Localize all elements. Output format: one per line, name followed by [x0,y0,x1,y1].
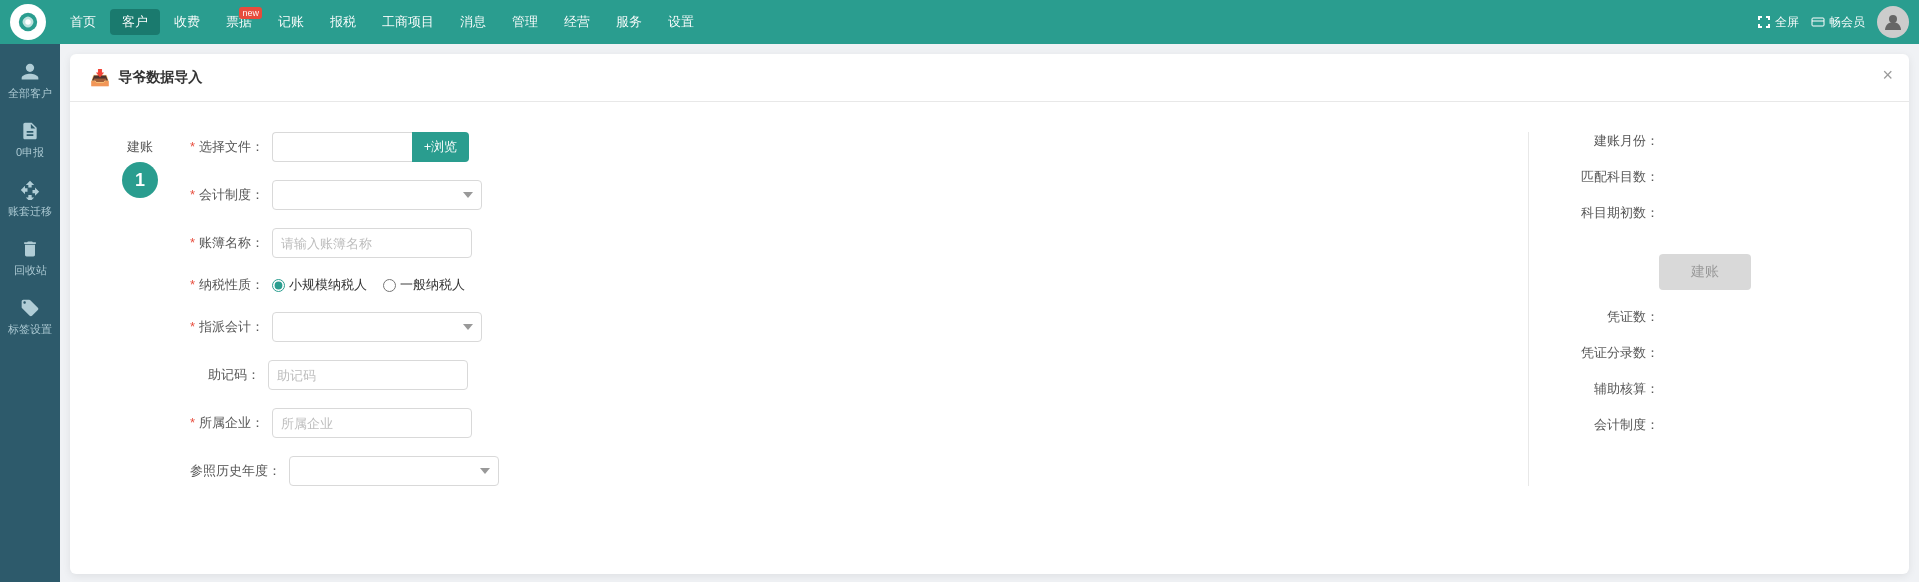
nav-item-message[interactable]: 消息 [448,9,498,35]
new-badge: new [239,7,262,19]
nav-item-settings[interactable]: 设置 [656,9,706,35]
match-subjects-row: 匹配科目数： [1579,168,1869,186]
form-fields: 选择文件： +浏览 会计制度： [190,132,1488,486]
nav-item-invoice[interactable]: 票据 new [214,9,264,35]
ledger-name-label: 账簿名称： [190,234,264,252]
svg-point-3 [1889,15,1897,23]
history-year-row: 参照历史年度： [190,456,1488,486]
dialog-card: 📥 导爷数据导入 × 建账 1 选择文件： [70,54,1909,574]
info-section: 建账月份： 匹配科目数： 科目期初数： 建账 凭证数： [1569,132,1869,486]
tax-type-radio-group: 小规模纳税人 一般纳税人 [272,276,465,294]
nav-item-bookkeeping[interactable]: 记账 [266,9,316,35]
close-button[interactable]: × [1882,66,1893,84]
voucher-entries-row: 凭证分录数： [1579,344,1869,362]
accounting-system2-row: 会计制度： [1579,416,1869,434]
dialog-header: 📥 导爷数据导入 [70,54,1909,102]
auxiliary-label: 辅助核算： [1579,380,1659,398]
nav-item-billing[interactable]: 收费 [162,9,212,35]
build-account-button[interactable]: 建账 [1659,254,1751,290]
nav-item-manage[interactable]: 管理 [500,9,550,35]
nav-item-service[interactable]: 服务 [604,9,654,35]
match-subjects-label: 匹配科目数： [1579,168,1659,186]
memo-input[interactable] [268,360,468,390]
import-icon: 📥 [90,68,110,87]
step-circle: 1 [122,162,158,198]
top-navigation: 首页 客户 收费 票据 new 记账 报税 工商项目 消息 管理 经营 服务 设… [0,0,1919,44]
nav-menu: 首页 客户 收费 票据 new 记账 报税 工商项目 消息 管理 经营 服务 设… [58,9,1757,35]
sidebar-item-tag-settings[interactable]: 标签设置 [3,290,57,345]
company-label: 所属企业： [190,414,264,432]
build-month-row: 建账月份： [1579,132,1869,150]
radio-general-taxpayer[interactable]: 一般纳税人 [383,276,465,294]
subject-initial-label: 科目期初数： [1579,204,1659,222]
accounting-system-select[interactable] [272,180,482,210]
svg-point-1 [25,19,31,25]
company-row: 所属企业： [190,408,1488,438]
section-divider [1528,132,1529,486]
voucher-count-label: 凭证数： [1579,308,1659,326]
build-month-label: 建账月份： [1579,132,1659,150]
auxiliary-row: 辅助核算： [1579,380,1869,398]
nav-right-area: 全屏 畅会员 [1757,6,1909,38]
fullscreen-button[interactable]: 全屏 [1757,14,1799,31]
file-select-row: 选择文件： +浏览 [190,132,1488,162]
svg-rect-2 [1812,18,1824,26]
dialog-body: 建账 1 选择文件： +浏览 会计制度： [70,102,1909,516]
nav-item-clients[interactable]: 客户 [110,9,160,35]
ledger-name-row: 账簿名称： [190,228,1488,258]
sidebar-item-all-clients[interactable]: 全部客户 [3,54,57,109]
sidebar-item-recycle[interactable]: 回收站 [3,231,57,286]
main-content: 📥 导爷数据导入 × 建账 1 选择文件： [60,44,1919,582]
history-year-label: 参照历史年度： [190,462,281,480]
voucher-entries-label: 凭证分录数： [1579,344,1659,362]
dialog-title: 导爷数据导入 [118,69,202,87]
voucher-count-row: 凭证数： [1579,308,1869,326]
file-input-group: +浏览 [272,132,470,162]
tax-type-row: 纳税性质： 小规模纳税人 一般纳税人 [190,276,1488,294]
nav-item-tax[interactable]: 报税 [318,9,368,35]
sidebar-item-migrate[interactable]: 账套迁移 [3,172,57,227]
memo-row: 助记码： [190,360,1488,390]
accounting-system-label: 会计制度： [190,186,264,204]
accounting-system2-label: 会计制度： [1579,416,1659,434]
step-label: 建账 [127,138,153,156]
memo-label: 助记码： [190,366,260,384]
nav-item-operation[interactable]: 经营 [552,9,602,35]
company-input[interactable] [272,408,472,438]
radio-small-taxpayer[interactable]: 小规模纳税人 [272,276,367,294]
user-avatar[interactable] [1877,6,1909,38]
accounting-system-row: 会计制度： [190,180,1488,210]
assign-accountant-select[interactable] [272,312,482,342]
file-label: 选择文件： [190,138,264,156]
history-year-select[interactable] [289,456,499,486]
ledger-name-input[interactable] [272,228,472,258]
browse-button[interactable]: +浏览 [412,132,470,162]
subject-initial-row: 科目期初数： [1579,204,1869,222]
nav-item-business[interactable]: 工商项目 [370,9,446,35]
app-logo[interactable] [10,4,46,40]
sidebar: 全部客户 0申报 账套迁移 回收站 标签设置 [0,44,60,582]
nav-item-home[interactable]: 首页 [58,9,108,35]
tax-type-label: 纳税性质： [190,276,264,294]
assign-accountant-row: 指派会计： [190,312,1488,342]
vip-button[interactable]: 畅会员 [1811,14,1865,31]
sidebar-item-declaration[interactable]: 0申报 [3,113,57,168]
assign-accountant-label: 指派会计： [190,318,264,336]
file-text-input[interactable] [272,132,412,162]
